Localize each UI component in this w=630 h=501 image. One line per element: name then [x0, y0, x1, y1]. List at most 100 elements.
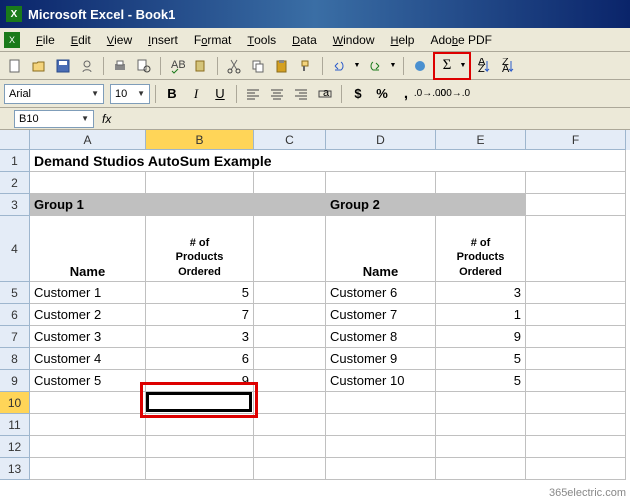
font-select[interactable]: Arial▼	[4, 84, 104, 104]
cell[interactable]: 5	[436, 370, 526, 392]
cell[interactable]	[526, 304, 626, 326]
col-header-f[interactable]: F	[526, 130, 626, 150]
cell[interactable]	[526, 194, 626, 216]
cell[interactable]: 1	[436, 304, 526, 326]
cell[interactable]	[146, 458, 254, 480]
row-header-4[interactable]: 4	[0, 216, 30, 282]
cell[interactable]	[526, 392, 626, 414]
cut-button[interactable]	[223, 55, 245, 77]
cell[interactable]: 5	[146, 282, 254, 304]
cell-group1[interactable]: Group 1	[30, 194, 146, 216]
cell-group2[interactable]: Group 2	[326, 194, 436, 216]
format-painter-button[interactable]	[295, 55, 317, 77]
underline-button[interactable]: U	[209, 83, 231, 105]
cell[interactable]	[436, 458, 526, 480]
sort-asc-button[interactable]: AZ	[473, 55, 495, 77]
document-icon[interactable]: X	[4, 32, 20, 48]
cell[interactable]	[436, 392, 526, 414]
print-preview-button[interactable]	[133, 55, 155, 77]
redo-dropdown[interactable]: ▼	[388, 55, 398, 77]
cell[interactable]: 3	[146, 326, 254, 348]
menu-format[interactable]: Format	[186, 30, 239, 50]
cell[interactable]: Customer 4	[30, 348, 146, 370]
cell[interactable]	[326, 414, 436, 436]
cell-title[interactable]: Demand Studios AutoSum Example	[30, 150, 626, 172]
research-button[interactable]	[190, 55, 212, 77]
row-header-8[interactable]: 8	[0, 348, 30, 370]
cell[interactable]	[526, 458, 626, 480]
cell[interactable]	[436, 194, 526, 216]
cell[interactable]: 9	[146, 370, 254, 392]
row-header-1[interactable]: 1	[0, 150, 30, 172]
align-center-button[interactable]	[266, 83, 288, 105]
cell[interactable]: Customer 7	[326, 304, 436, 326]
paste-button[interactable]	[271, 55, 293, 77]
cell[interactable]	[326, 436, 436, 458]
new-button[interactable]	[4, 55, 26, 77]
cell[interactable]	[30, 392, 146, 414]
row-header-9[interactable]: 9	[0, 370, 30, 392]
cell[interactable]: Customer 9	[326, 348, 436, 370]
autosum-dropdown[interactable]: ▼	[458, 55, 468, 77]
col-header-b[interactable]: B	[146, 130, 254, 150]
menu-adobe[interactable]: Adobe PDF	[422, 30, 500, 50]
cell[interactable]	[526, 436, 626, 458]
print-button[interactable]	[109, 55, 131, 77]
menu-tools[interactable]: Tools	[239, 30, 284, 50]
cell[interactable]	[30, 458, 146, 480]
cell[interactable]: Customer 1	[30, 282, 146, 304]
cell[interactable]	[254, 326, 326, 348]
cell[interactable]	[526, 216, 626, 282]
col-header-c[interactable]: C	[254, 130, 326, 150]
row-header-2[interactable]: 2	[0, 172, 30, 194]
align-left-button[interactable]	[242, 83, 264, 105]
cell[interactable]	[326, 392, 436, 414]
cell-hdr-name2[interactable]: Name	[326, 216, 436, 282]
row-header-13[interactable]: 13	[0, 458, 30, 480]
bold-button[interactable]: B	[161, 83, 183, 105]
menu-help[interactable]: Help	[383, 30, 423, 50]
menu-file[interactable]: File	[28, 30, 63, 50]
redo-button[interactable]	[364, 55, 386, 77]
undo-button[interactable]	[328, 55, 350, 77]
cell[interactable]	[526, 282, 626, 304]
cell[interactable]	[254, 304, 326, 326]
cell[interactable]	[30, 414, 146, 436]
hyperlink-button[interactable]	[409, 55, 431, 77]
cell[interactable]: Customer 3	[30, 326, 146, 348]
currency-button[interactable]: $	[347, 83, 369, 105]
cell[interactable]: 5	[436, 348, 526, 370]
cell-hdr-prod2[interactable]: # ofProductsOrdered	[436, 216, 526, 282]
copy-button[interactable]	[247, 55, 269, 77]
cell-b10-active[interactable]	[146, 392, 254, 414]
row-header-12[interactable]: 12	[0, 436, 30, 458]
cell[interactable]	[436, 172, 526, 194]
cell[interactable]	[254, 458, 326, 480]
percent-button[interactable]: %	[371, 83, 393, 105]
menu-data[interactable]: Data	[284, 30, 325, 50]
menu-edit[interactable]: Edit	[63, 30, 99, 50]
cell[interactable]: 7	[146, 304, 254, 326]
font-size-select[interactable]: 10▼	[110, 84, 150, 104]
cell[interactable]	[436, 436, 526, 458]
cell[interactable]	[526, 414, 626, 436]
cell[interactable]	[146, 172, 254, 194]
cell[interactable]	[254, 370, 326, 392]
select-all-corner[interactable]	[0, 130, 30, 150]
cell[interactable]	[526, 370, 626, 392]
fx-button[interactable]: fx	[102, 112, 111, 126]
cell[interactable]: 3	[436, 282, 526, 304]
merge-center-button[interactable]: a	[314, 83, 336, 105]
row-header-10[interactable]: 10	[0, 392, 30, 414]
spreadsheet-grid[interactable]: A B C D E F 1 Demand Studios AutoSum Exa…	[0, 130, 630, 480]
cell[interactable]	[146, 414, 254, 436]
row-header-6[interactable]: 6	[0, 304, 30, 326]
cell[interactable]	[436, 414, 526, 436]
cell[interactable]	[30, 436, 146, 458]
sort-desc-button[interactable]: ZA	[497, 55, 519, 77]
decrease-decimal-button[interactable]: .00→.0	[443, 83, 465, 105]
row-header-11[interactable]: 11	[0, 414, 30, 436]
cell[interactable]	[526, 326, 626, 348]
row-header-7[interactable]: 7	[0, 326, 30, 348]
cell[interactable]	[254, 436, 326, 458]
